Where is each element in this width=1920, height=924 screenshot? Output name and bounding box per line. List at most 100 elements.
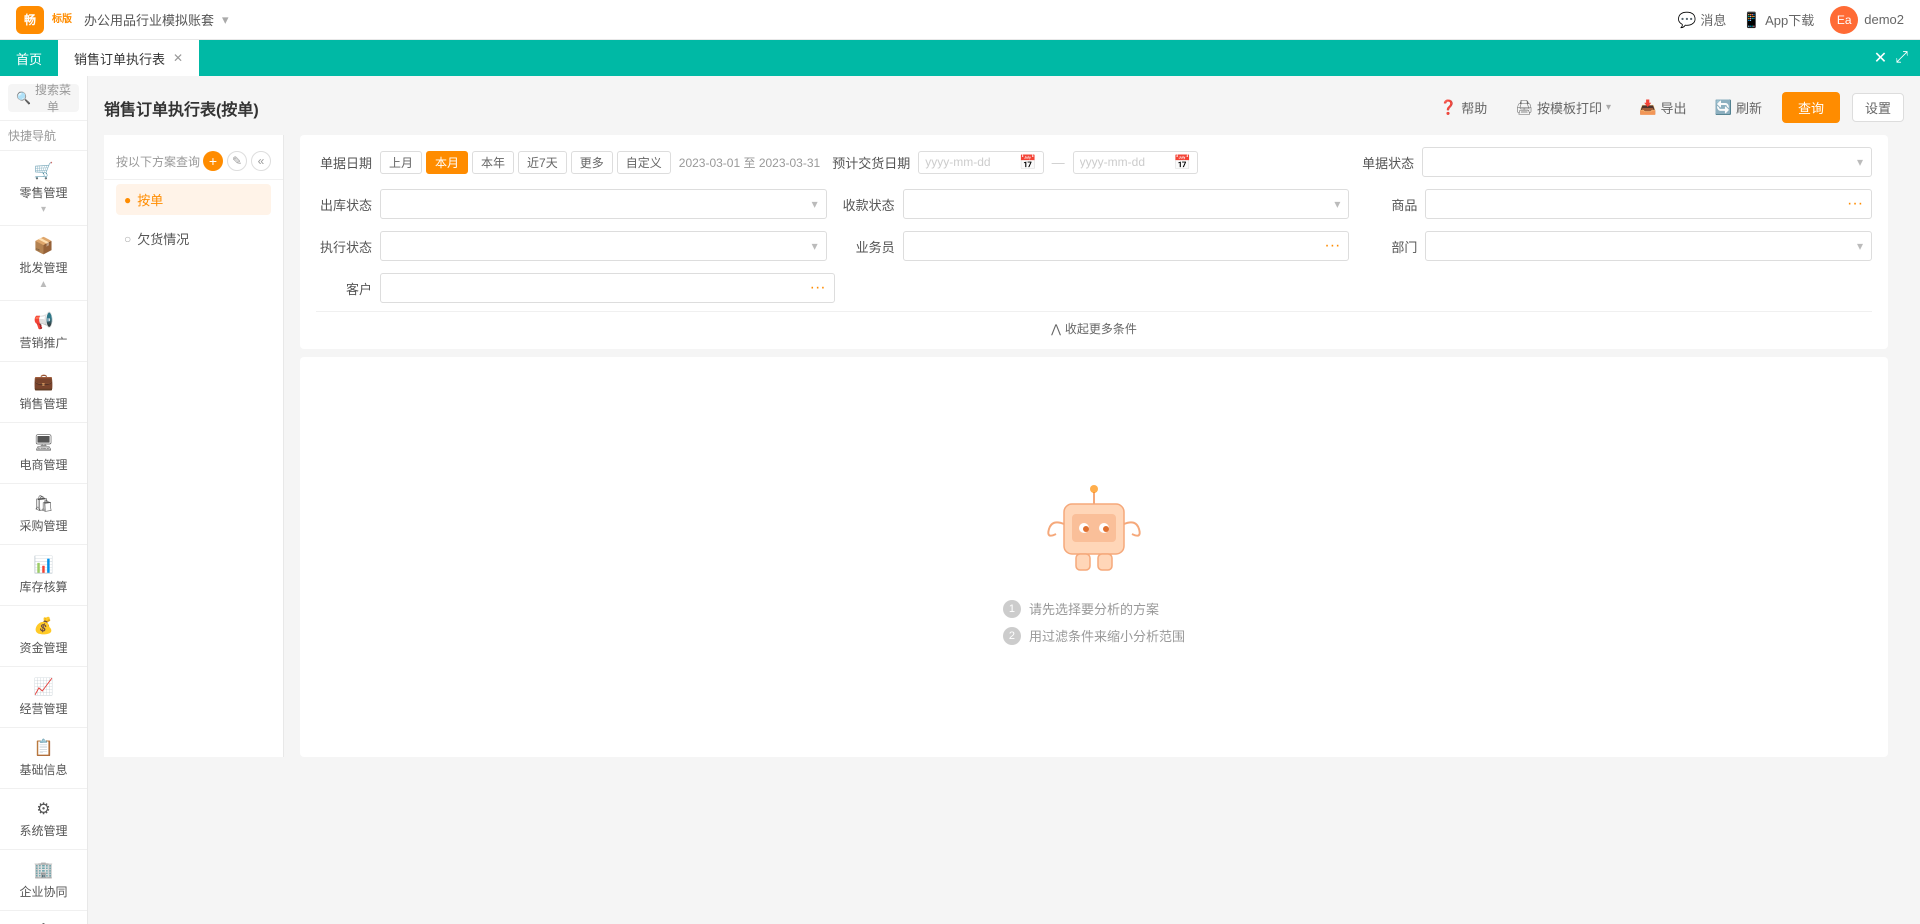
title-arrow[interactable]: ▾ bbox=[222, 12, 229, 28]
date-btn-current-year[interactable]: 本年 bbox=[472, 151, 514, 174]
page-header: 销售订单执行表(按单) ❓ 帮助 🖨 按模板打印 ▾ 📥 导出 🔄 刷新 查询 … bbox=[104, 92, 1904, 123]
data-area: 1 请先选择要分析的方案 2 用过滤条件来缩小分析范围 bbox=[300, 357, 1888, 757]
sidebar-item-ecommerce[interactable]: 🖥 电商管理 bbox=[0, 423, 87, 484]
inventory-icon: 📊 bbox=[34, 555, 54, 575]
status-label: 单据状态 bbox=[1358, 153, 1414, 172]
sidebar-item-system[interactable]: ⚙ 系统管理 bbox=[0, 789, 87, 850]
date-btn-7days[interactable]: 近7天 bbox=[518, 151, 567, 174]
top-bar: 畅 标版 办公用品行业模拟账套 ▾ 💬 消息 📱 App下载 Ea demo2 bbox=[0, 0, 1920, 40]
sidebar-item-marketing[interactable]: 📢 营销推广 bbox=[0, 301, 87, 362]
sidebar-quick-nav: 快捷导航 bbox=[0, 121, 87, 151]
outbound-filter: 出库状态 ▾ bbox=[316, 189, 827, 219]
avatar: Ea bbox=[1830, 6, 1858, 34]
sidebar-item-enterprise[interactable]: 🏢 企业协同 bbox=[0, 850, 87, 911]
scheme-edit-btn[interactable]: ✎ bbox=[227, 151, 247, 171]
system-icon: ⚙ bbox=[36, 799, 50, 819]
customer-dots[interactable]: ··· bbox=[810, 279, 826, 297]
product-input[interactable]: ··· bbox=[1425, 189, 1872, 219]
scheme-add-btn[interactable]: + bbox=[203, 151, 223, 171]
product-dots[interactable]: ··· bbox=[1847, 195, 1863, 213]
tab-close-btn[interactable]: ✕ bbox=[173, 51, 183, 65]
sidebar-item-newbie[interactable]: 🎓 新手引导 bbox=[0, 911, 87, 924]
filter-row-4: 客户 ··· bbox=[316, 273, 1872, 303]
outbound-select[interactable]: ▾ bbox=[380, 189, 827, 219]
expected-date-start-wrap[interactable]: 📅 bbox=[918, 151, 1043, 174]
sidebar-item-operations[interactable]: 📈 经营管理 bbox=[0, 667, 87, 728]
refresh-btn[interactable]: 🔄 刷新 bbox=[1707, 94, 1770, 121]
refresh-icon: 🔄 bbox=[1715, 99, 1732, 116]
sidebar-item-finance[interactable]: 💰 资金管理 bbox=[0, 606, 87, 667]
export-btn[interactable]: 📥 导出 bbox=[1631, 94, 1694, 121]
scheme-collapse-btn[interactable]: « bbox=[251, 151, 271, 171]
date-btn-current-month[interactable]: 本月 bbox=[426, 151, 468, 174]
payment-select[interactable]: ▾ bbox=[903, 189, 1350, 219]
date-btn-more[interactable]: 更多 bbox=[571, 151, 613, 174]
tab-home[interactable]: 首页 bbox=[0, 40, 58, 76]
salesman-label: 业务员 bbox=[839, 237, 895, 256]
customer-label: 客户 bbox=[316, 279, 372, 298]
marketing-icon: 📢 bbox=[34, 311, 54, 331]
expected-date-start[interactable] bbox=[925, 155, 1015, 169]
app-subtitle: 标版 bbox=[52, 14, 72, 26]
sidebar-item-sales[interactable]: 💼 销售管理 bbox=[0, 362, 87, 423]
outbound-arrow-icon: ▾ bbox=[812, 197, 818, 211]
expected-date-end-wrap[interactable]: 📅 bbox=[1073, 151, 1198, 174]
retail-icon: 🛒 bbox=[34, 161, 54, 181]
sidebar-search-btn[interactable]: 🔍 搜索菜单 bbox=[8, 84, 79, 112]
filter-section: 单据日期 上月 本月 本年 近7天 更多 自定义 2023-03-01 至 20… bbox=[300, 135, 1888, 349]
sidebar-item-retail[interactable]: 🛒 零售管理 ▾ bbox=[0, 151, 87, 226]
scheme-item-by-order[interactable]: ● 按单 bbox=[104, 180, 283, 219]
status-arrow-icon: ▾ bbox=[1857, 155, 1863, 169]
close-window-btn[interactable]: ✕ bbox=[1874, 48, 1887, 68]
date-separator: — bbox=[1052, 155, 1065, 170]
tab-order-exec[interactable]: 销售订单执行表 ✕ bbox=[58, 40, 199, 76]
message-btn[interactable]: 💬 消息 bbox=[1678, 10, 1727, 29]
sidebar-item-purchase[interactable]: 🛍 采购管理 bbox=[0, 484, 87, 545]
help-btn[interactable]: ❓ 帮助 bbox=[1432, 94, 1495, 121]
date-btn-last-month[interactable]: 上月 bbox=[380, 151, 422, 174]
print-arrow: ▾ bbox=[1606, 102, 1611, 113]
execution-label: 执行状态 bbox=[316, 237, 372, 256]
customer-input[interactable]: ··· bbox=[380, 273, 835, 303]
user-area[interactable]: Ea demo2 bbox=[1830, 6, 1904, 34]
enterprise-icon: 🏢 bbox=[34, 860, 54, 880]
maximize-window-btn[interactable]: ⤢ bbox=[1895, 49, 1908, 67]
expected-date-end[interactable] bbox=[1080, 155, 1170, 169]
filter-row-1: 单据日期 上月 本月 本年 近7天 更多 自定义 2023-03-01 至 20… bbox=[316, 147, 1872, 177]
app-download-btn[interactable]: 📱 App下载 bbox=[1742, 10, 1814, 29]
scheme-sidebar-header: 按以下方案查询 + ✎ « bbox=[104, 143, 283, 180]
step-1-num: 1 bbox=[1003, 600, 1021, 618]
date-btn-custom[interactable]: 自定义 bbox=[617, 151, 671, 174]
scheme-item-arrears[interactable]: ○ 欠货情况 bbox=[104, 219, 283, 258]
sidebar-item-basic[interactable]: 📋 基础信息 bbox=[0, 728, 87, 789]
sidebar-item-wholesale[interactable]: 📦 批发管理 ▲ bbox=[0, 226, 87, 301]
salesman-filter: 业务员 ··· bbox=[839, 231, 1350, 261]
salesman-input[interactable]: ··· bbox=[903, 231, 1350, 261]
top-bar-left: 畅 标版 办公用品行业模拟账套 ▾ bbox=[16, 6, 229, 34]
execution-filter: 执行状态 ▾ bbox=[316, 231, 827, 261]
print-btn[interactable]: 🖨 按模板打印 ▾ bbox=[1507, 94, 1619, 121]
purchase-icon: 🛍 bbox=[33, 494, 53, 514]
query-btn[interactable]: 查询 bbox=[1782, 92, 1840, 123]
date-range-text: 2023-03-01 至 2023-03-31 bbox=[679, 154, 820, 171]
filter-row-2: 出库状态 ▾ 收款状态 ▾ 商品 bbox=[316, 189, 1872, 219]
scheme-sidebar: 按以下方案查询 + ✎ « ● 按单 bbox=[104, 135, 284, 757]
sidebar-item-inventory[interactable]: 📊 库存核算 bbox=[0, 545, 87, 606]
settings-btn[interactable]: 设置 bbox=[1852, 93, 1904, 122]
sidebar-search-area: 🔍 搜索菜单 bbox=[0, 76, 87, 121]
department-arrow-icon: ▾ bbox=[1857, 239, 1863, 253]
calendar-end-icon: 📅 bbox=[1174, 154, 1191, 171]
ecommerce-icon: 🖥 bbox=[33, 433, 53, 453]
expected-date-filter: 预计交货日期 📅 — 📅 bbox=[832, 151, 1346, 174]
department-select[interactable]: ▾ bbox=[1425, 231, 1872, 261]
collapse-btn[interactable]: ⋀ 收起更多条件 bbox=[1051, 320, 1137, 337]
print-icon: 🖨 bbox=[1515, 99, 1533, 116]
operations-icon: 📈 bbox=[34, 677, 54, 697]
status-select[interactable]: ▾ bbox=[1422, 147, 1872, 177]
empty-step-1: 1 请先选择要分析的方案 bbox=[1003, 599, 1185, 618]
execution-select[interactable]: ▾ bbox=[380, 231, 827, 261]
product-filter: 商品 ··· bbox=[1361, 189, 1872, 219]
date-label: 单据日期 bbox=[316, 153, 372, 172]
salesman-dots[interactable]: ··· bbox=[1324, 237, 1340, 255]
execution-arrow-icon: ▾ bbox=[812, 239, 818, 253]
